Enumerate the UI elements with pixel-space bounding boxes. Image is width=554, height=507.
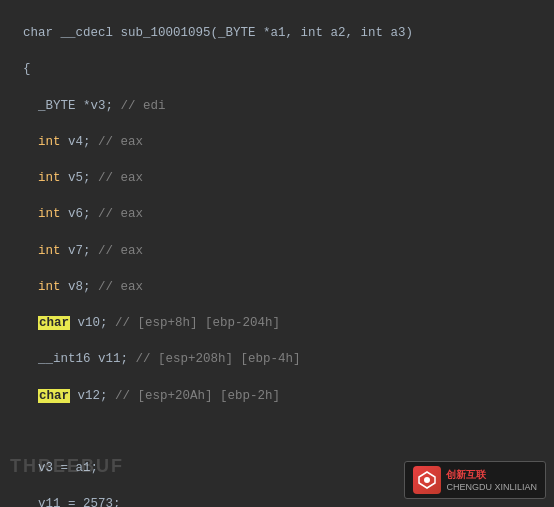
line-v3: _BYTE *v3; // edi	[23, 99, 166, 113]
watermark-left-text: THREEBUF	[10, 456, 124, 476]
logo-svg	[417, 470, 437, 490]
logo-brand-text: 创新互联	[446, 468, 537, 482]
brace-open: {	[23, 62, 31, 76]
line-v6: int v6; // eax	[23, 207, 143, 221]
line-v5: int v5; // eax	[23, 171, 143, 185]
line-v7: int v7; // eax	[23, 244, 143, 258]
code-editor: char __cdecl sub_10001095(_BYTE *a1, int…	[0, 0, 554, 507]
logo-icon	[413, 466, 441, 494]
line-v10: char v10; // [esp+8h] [ebp-204h]	[23, 316, 280, 330]
logo-text-container: 创新互联 CHENGDU XINLILIAN	[446, 468, 537, 492]
line-v4: int v4; // eax	[23, 135, 143, 149]
function-signature: char __cdecl sub_10001095(_BYTE *a1, int…	[23, 26, 413, 40]
svg-point-1	[424, 477, 430, 483]
line-v11: __int16 v11; // [esp+208h] [ebp-4h]	[23, 352, 301, 366]
watermark-right: 创新互联 CHENGDU XINLILIAN	[404, 461, 546, 499]
line-v12: char v12; // [esp+20Ah] [ebp-2h]	[23, 389, 280, 403]
logo-box: 创新互联 CHENGDU XINLILIAN	[413, 466, 537, 494]
line-v11-assign: v11 = 2573;	[23, 497, 121, 507]
line-v8: int v8; // eax	[23, 280, 143, 294]
watermark-left: THREEBUF	[10, 456, 124, 477]
logo-sub-text: CHENGDU XINLILIAN	[446, 482, 537, 492]
